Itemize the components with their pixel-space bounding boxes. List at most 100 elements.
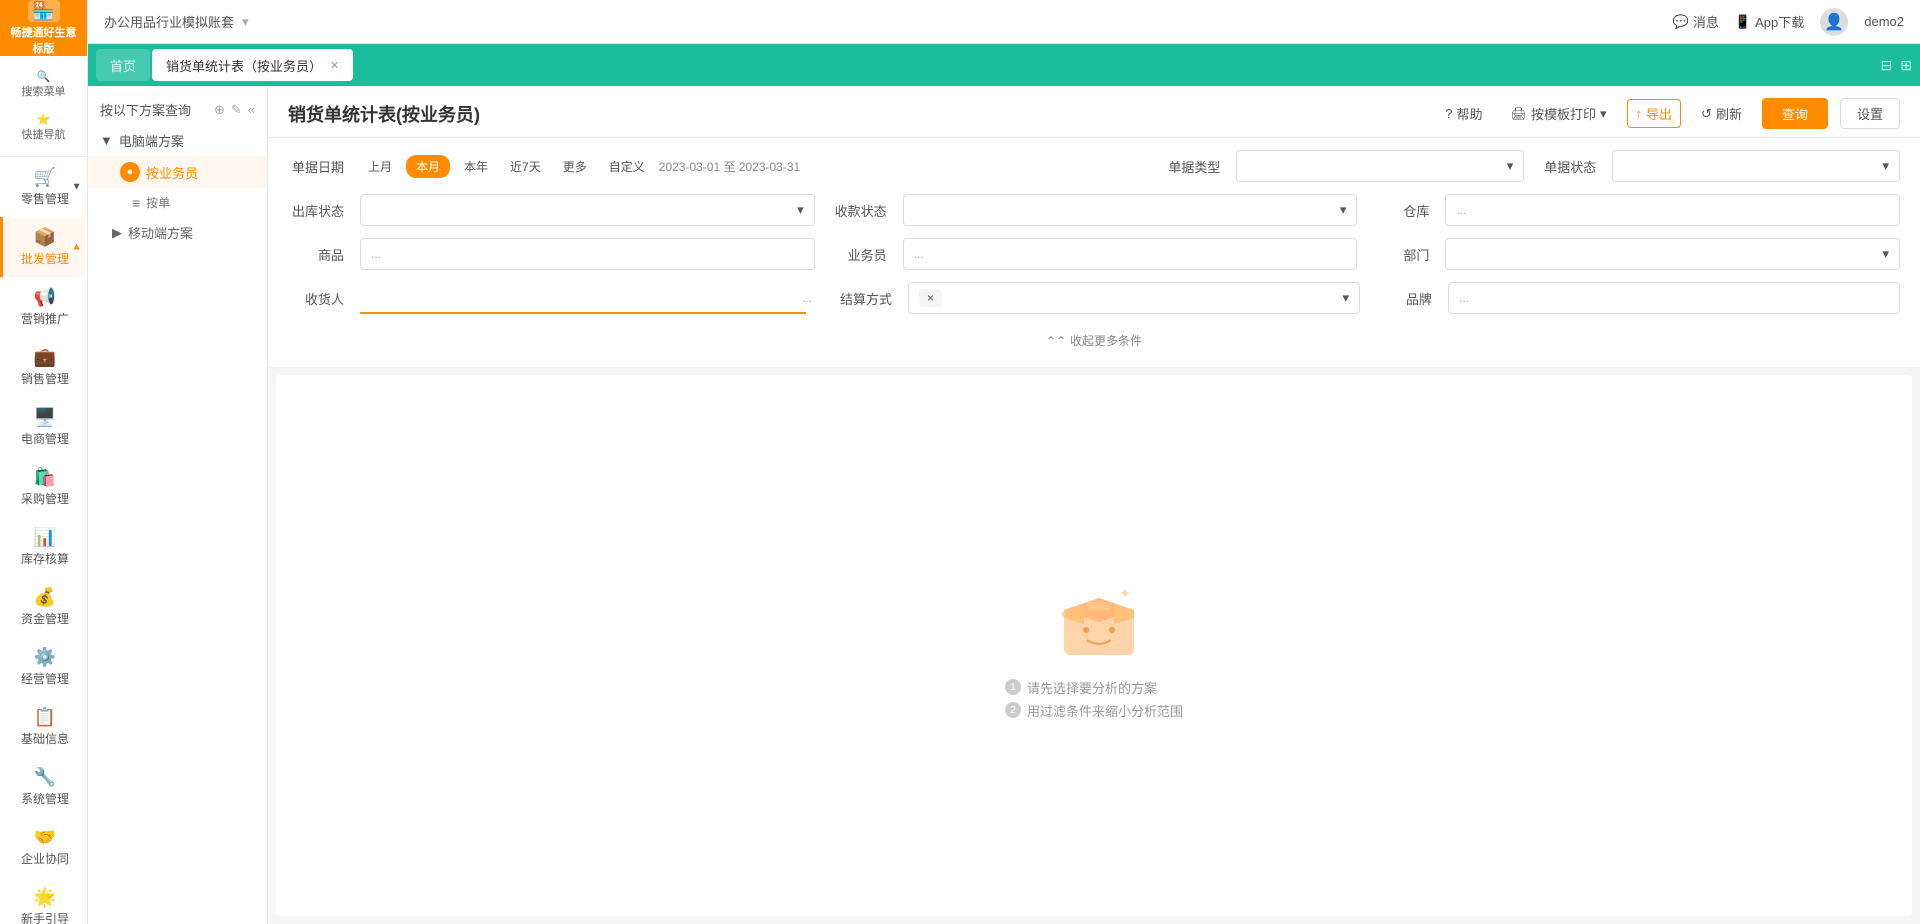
pc-scheme-group: ▼ 电脑端方案 ● 按业务员 ≡ 按单	[88, 125, 267, 217]
sidebar-nav-item-newbie[interactable]: 🌟 新手引导	[0, 877, 88, 924]
recipient-dots: ...	[802, 291, 812, 305]
logo-icon: 🏪	[28, 0, 60, 22]
message-label: 消息	[1693, 12, 1719, 31]
user-avatar[interactable]: 👤	[1820, 8, 1848, 36]
sidebar-nav-item-purchase[interactable]: 🛍️ 采购管理	[0, 457, 88, 517]
sales-label: 销售管理	[21, 370, 69, 387]
query-btn[interactable]: 查询	[1762, 98, 1828, 129]
sidebar: 🏪 畅捷通好生意 标版 🔍 搜索菜单 ⭐ 快捷导航 🛒 零售管理 ▼ 📦 批发管…	[0, 0, 88, 924]
out-status-select[interactable]: ▾	[360, 194, 815, 226]
department-select[interactable]: ▾	[1445, 238, 1900, 270]
collapse-filter-btn[interactable]: ⌃⌃ 收起更多条件	[288, 326, 1900, 355]
last-7-btn[interactable]: 近7天	[502, 155, 549, 178]
more-btn[interactable]: 更多	[555, 155, 595, 178]
export-btn[interactable]: ↑ 导出	[1627, 99, 1682, 128]
svg-text:✦: ✦	[1059, 610, 1067, 621]
this-year-btn[interactable]: 本年	[456, 155, 496, 178]
receive-status-select[interactable]: ▾	[903, 194, 1358, 226]
filter-area: 单据日期 上月 本月 本年 近7天 更多 自定义 2023-03-01 至 20…	[268, 138, 1920, 367]
help-label: 帮助	[1456, 104, 1482, 123]
pc-scheme-header[interactable]: ▼ 电脑端方案	[88, 125, 267, 156]
refresh-btn[interactable]: ↺ 刷新	[1693, 100, 1750, 127]
edit-scheme-icon[interactable]: ✎	[231, 102, 242, 118]
dropdown-icon[interactable]: ▾	[242, 14, 249, 30]
mobile-scheme-header[interactable]: ▶ 移动端方案	[88, 217, 267, 248]
export-label: 导出	[1646, 104, 1672, 123]
sidebar-nav-item-finance[interactable]: 💰 资金管理	[0, 577, 88, 637]
doc-type-dropdown-icon: ▾	[1507, 158, 1514, 174]
brand-select[interactable]: ...	[1448, 282, 1900, 314]
doc-type-select[interactable]: ▾	[1236, 150, 1524, 182]
add-scheme-icon[interactable]: ⊕	[214, 102, 225, 118]
sidebar-nav-item-wholesale[interactable]: 📦 批发管理 ▲	[0, 217, 88, 277]
payment-select[interactable]: × ▾	[908, 282, 1360, 314]
empty-text: 1 请先选择要分析的方案 2 用过滤条件来缩小分析范围	[1005, 674, 1183, 724]
collapse-panel-icon[interactable]: «	[248, 102, 255, 118]
receive-status-dropdown-icon: ▾	[1340, 202, 1347, 218]
message-btn[interactable]: 💬 消息	[1673, 12, 1719, 31]
sidebar-nav-item-operations[interactable]: ⚙️ 经营管理	[0, 637, 88, 697]
inventory-label: 库存核算	[21, 550, 69, 567]
system-label: 系统管理	[21, 790, 69, 807]
sidebar-nav-item-system[interactable]: 🔧 系统管理	[0, 757, 88, 817]
sidebar-nav-item-marketing[interactable]: 📢 营销推广	[0, 277, 88, 337]
wholesale-arrow: ▲	[72, 242, 82, 253]
app-download-btn[interactable]: 📱 App下载	[1735, 12, 1804, 31]
sidebar-nav-item-retail[interactable]: 🛒 零售管理 ▼	[0, 157, 88, 217]
filter-row-3: 商品 ... 业务员 ... 部门 ▾	[288, 238, 1900, 270]
settings-btn[interactable]: 设置	[1840, 98, 1900, 129]
svg-text:✦: ✦	[1119, 585, 1131, 601]
home-tab-label: 首页	[110, 56, 136, 75]
wholesale-label: 批发管理	[21, 250, 69, 267]
search-menu-btn[interactable]: 🔍 搜索菜单	[4, 64, 84, 105]
scheme-by-order[interactable]: ≡ 按单	[88, 188, 267, 217]
tab-close-icon[interactable]: ✕	[330, 59, 339, 72]
left-panel: 按以下方案查询 ⊕ ✎ « ▼ 电脑端方案 ● 按业务员	[88, 86, 268, 924]
main-area: 办公用品行业模拟账套 ▾ 💬 消息 📱 App下载 👤 demo2 首页 销货单…	[88, 0, 1920, 924]
date-range-controls: 上月 本月 本年 近7天 更多 自定义 2023-03-01 至 2023-03…	[360, 155, 800, 178]
custom-btn[interactable]: 自定义	[601, 155, 653, 178]
retail-label: 零售管理	[21, 190, 69, 207]
recipient-input[interactable]	[360, 282, 806, 314]
basic-label: 基础信息	[21, 730, 69, 747]
filter-row-1: 单据日期 上月 本月 本年 近7天 更多 自定义 2023-03-01 至 20…	[288, 150, 1900, 182]
sidebar-nav-item-inventory[interactable]: 📊 库存核算	[0, 517, 88, 577]
last-month-btn[interactable]: 上月	[360, 155, 400, 178]
sidebar-nav-item-ecommerce[interactable]: 🖥️ 电商管理	[0, 397, 88, 457]
enterprise-icon: 🤝	[34, 827, 56, 848]
sidebar-nav-item-basic[interactable]: 📋 基础信息	[0, 697, 88, 757]
doc-status-dropdown-icon: ▾	[1882, 158, 1889, 174]
retail-icon: 🛒	[34, 167, 56, 188]
print-template-btn[interactable]: 🖨 按模板打印 ▾	[1502, 100, 1614, 127]
tab-sales-report[interactable]: 销货单统计表（按业务员） ✕	[152, 49, 353, 81]
staff-dots: ...	[914, 247, 924, 261]
wholesale-icon: 📦	[34, 227, 56, 248]
quick-nav-btn[interactable]: ⭐ 快捷导航	[4, 107, 84, 148]
sidebar-nav-item-enterprise[interactable]: 🤝 企业协同	[0, 817, 88, 877]
window-maximize-btn[interactable]: ⊞	[1900, 57, 1912, 74]
window-minimize-btn[interactable]: ⊟	[1881, 57, 1893, 74]
panel-tree: ▼ 电脑端方案 ● 按业务员 ≡ 按单 ▶ 移动端方案	[88, 125, 267, 248]
sidebar-nav-item-sales[interactable]: 💼 销售管理	[0, 337, 88, 397]
this-month-btn[interactable]: 本月	[406, 155, 450, 178]
warehouse-select[interactable]: ...	[1445, 194, 1900, 226]
print-icon: 🖨	[1510, 106, 1527, 122]
product-select[interactable]: ...	[360, 238, 815, 270]
warehouse-label: 仓库	[1373, 201, 1429, 220]
newbie-icon: 🌟	[34, 887, 56, 908]
brand-dots: ...	[1459, 291, 1469, 305]
scheme-by-staff[interactable]: ● 按业务员	[88, 156, 267, 188]
staff-select[interactable]: ...	[903, 238, 1358, 270]
payment-dropdown-icon: ▾	[1342, 290, 1349, 306]
help-btn[interactable]: ? 帮助	[1437, 100, 1490, 127]
payment-tag-close[interactable]: ×	[927, 291, 934, 305]
tabbar: 首页 销货单统计表（按业务员） ✕ ⊟ ⊞	[88, 44, 1920, 86]
expand-icon: ▼	[100, 133, 113, 148]
app-subtitle: 标版	[33, 40, 55, 56]
system-icon: 🔧	[34, 767, 56, 788]
tab-home[interactable]: 首页	[96, 49, 150, 81]
marketing-label: 营销推广	[21, 310, 69, 327]
page-title: 销货单统计表(按业务员)	[288, 101, 480, 127]
app-name: 畅捷通好生意	[11, 24, 77, 40]
doc-status-select[interactable]: ▾	[1612, 150, 1900, 182]
